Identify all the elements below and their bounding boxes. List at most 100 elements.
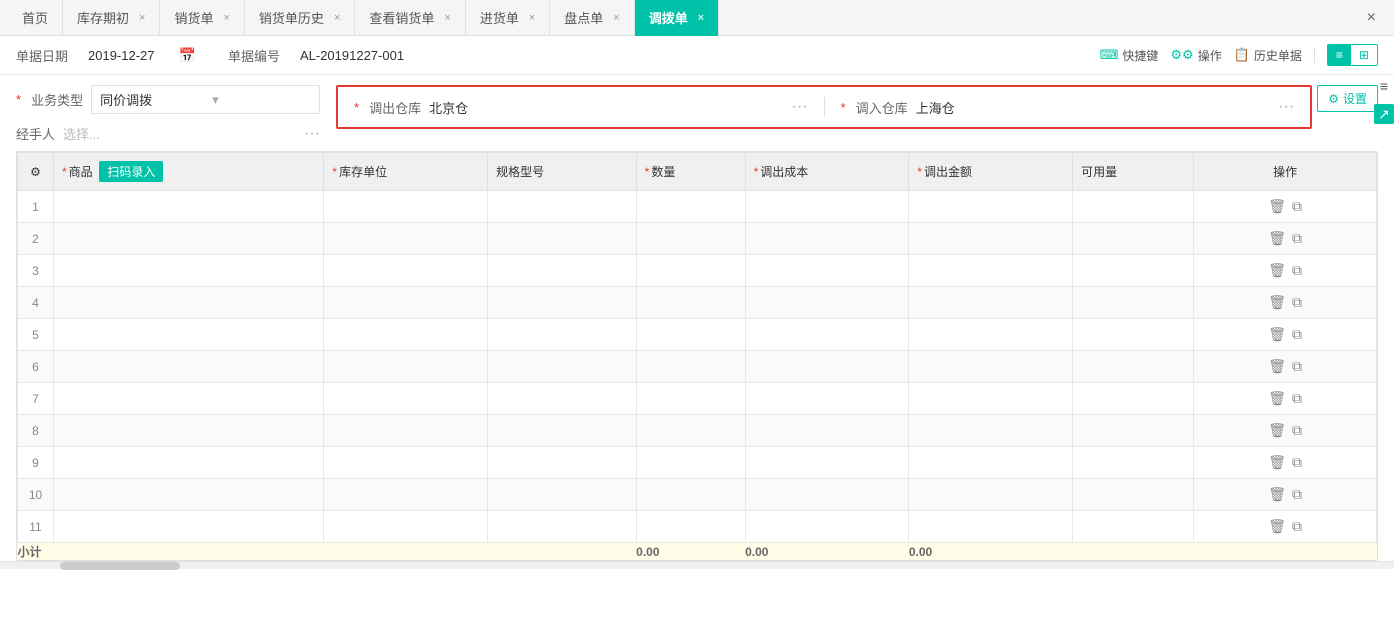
row-product-7[interactable] <box>54 383 324 415</box>
delete-icon-8[interactable]: 🗑 <box>1268 422 1286 439</box>
row-cost-11[interactable] <box>745 511 909 543</box>
row-amount-5[interactable] <box>909 319 1073 351</box>
tab-view-sales[interactable]: 查看销货单 × <box>355 0 465 36</box>
row-qty-3[interactable] <box>636 255 745 287</box>
row-cost-9[interactable] <box>745 447 909 479</box>
row-qty-7[interactable] <box>636 383 745 415</box>
copy-icon-2[interactable]: ⧉ <box>1292 230 1302 247</box>
tab-inventory-init-close[interactable]: × <box>139 12 145 24</box>
row-ops-4[interactable]: 🗑 ⧉ <box>1194 287 1377 319</box>
tab-sales-history-close[interactable]: × <box>334 12 340 24</box>
row-ops-10[interactable]: 🗑 ⧉ <box>1194 479 1377 511</box>
tab-stocktake[interactable]: 盘点单 × <box>550 0 634 36</box>
delete-icon-5[interactable]: 🗑 <box>1268 326 1286 343</box>
tab-stocktake-close[interactable]: × <box>613 12 619 24</box>
window-close-button[interactable]: × <box>1357 9 1386 27</box>
view-toggle[interactable]: ≡ ⊞ <box>1327 44 1378 66</box>
copy-icon-5[interactable]: ⧉ <box>1292 326 1302 343</box>
tab-sales-order-close[interactable]: × <box>223 12 229 24</box>
row-qty-10[interactable] <box>636 479 745 511</box>
row-ops-1[interactable]: 🗑 ⧉ <box>1194 191 1377 223</box>
row-cost-1[interactable] <box>745 191 909 223</box>
row-amount-2[interactable] <box>909 223 1073 255</box>
row-amount-9[interactable] <box>909 447 1073 479</box>
delete-icon-11[interactable]: 🗑 <box>1268 518 1286 535</box>
row-ops-3[interactable]: 🗑 ⧉ <box>1194 255 1377 287</box>
view-list-btn[interactable]: ≡ <box>1328 45 1351 65</box>
delete-icon-6[interactable]: 🗑 <box>1268 358 1286 375</box>
row-amount-4[interactable] <box>909 287 1073 319</box>
row-product-9[interactable] <box>54 447 324 479</box>
row-product-5[interactable] <box>54 319 324 351</box>
row-amount-3[interactable] <box>909 255 1073 287</box>
person-dots[interactable]: ··· <box>304 125 320 143</box>
person-select[interactable]: 选择... <box>63 124 100 143</box>
row-cost-5[interactable] <box>745 319 909 351</box>
copy-icon-9[interactable]: ⧉ <box>1292 454 1302 471</box>
copy-icon-1[interactable]: ⧉ <box>1292 198 1302 215</box>
operations-button[interactable]: ⚙⚙ 操作 <box>1170 47 1221 64</box>
row-amount-7[interactable] <box>909 383 1073 415</box>
history-button[interactable]: 📋 历史单据 <box>1234 47 1302 64</box>
copy-icon-3[interactable]: ⧉ <box>1292 262 1302 279</box>
row-qty-5[interactable] <box>636 319 745 351</box>
row-cost-8[interactable] <box>745 415 909 447</box>
date-value[interactable]: 2019-12-27 <box>88 48 155 63</box>
row-cost-4[interactable] <box>745 287 909 319</box>
tab-inventory-init[interactable]: 库存期初 × <box>63 0 160 36</box>
copy-icon-6[interactable]: ⧉ <box>1292 358 1302 375</box>
row-cost-3[interactable] <box>745 255 909 287</box>
sidebar-list-icon[interactable]: ≡ <box>1374 76 1394 96</box>
tab-transfer[interactable]: 调拨单 × <box>635 0 719 36</box>
tab-transfer-close[interactable]: × <box>698 12 704 24</box>
delete-icon-2[interactable]: 🗑 <box>1268 230 1286 247</box>
row-cost-6[interactable] <box>745 351 909 383</box>
row-product-11[interactable] <box>54 511 324 543</box>
copy-icon-11[interactable]: ⧉ <box>1292 518 1302 535</box>
tab-purchase-order[interactable]: 进货单 × <box>466 0 550 36</box>
row-cost-7[interactable] <box>745 383 909 415</box>
row-amount-8[interactable] <box>909 415 1073 447</box>
row-qty-9[interactable] <box>636 447 745 479</box>
row-amount-10[interactable] <box>909 479 1073 511</box>
delete-icon-7[interactable]: 🗑 <box>1268 390 1286 407</box>
tab-purchase-order-close[interactable]: × <box>529 12 535 24</box>
row-qty-8[interactable] <box>636 415 745 447</box>
col-gear[interactable]: ⚙ <box>18 153 54 191</box>
row-qty-2[interactable] <box>636 223 745 255</box>
row-ops-2[interactable]: 🗑 ⧉ <box>1194 223 1377 255</box>
row-product-1[interactable] <box>54 191 324 223</box>
delete-icon-1[interactable]: 🗑 <box>1268 198 1286 215</box>
row-ops-6[interactable]: 🗑 ⧉ <box>1194 351 1377 383</box>
tab-home[interactable]: 首页 <box>8 0 63 36</box>
warehouse-out-dots[interactable]: ··· <box>792 98 808 116</box>
delete-icon-9[interactable]: 🗑 <box>1268 454 1286 471</box>
business-type-select[interactable]: 同价调拨 ▾ <box>91 85 320 114</box>
row-cost-10[interactable] <box>745 479 909 511</box>
row-qty-1[interactable] <box>636 191 745 223</box>
scrollbar-thumb[interactable] <box>60 562 180 570</box>
row-ops-11[interactable]: 🗑 ⧉ <box>1194 511 1377 543</box>
copy-icon-8[interactable]: ⧉ <box>1292 422 1302 439</box>
row-amount-6[interactable] <box>909 351 1073 383</box>
row-product-8[interactable] <box>54 415 324 447</box>
row-amount-11[interactable] <box>909 511 1073 543</box>
warehouse-in-value[interactable]: 上海仓 <box>916 98 955 117</box>
copy-icon-7[interactable]: ⧉ <box>1292 390 1302 407</box>
row-cost-2[interactable] <box>745 223 909 255</box>
shortcut-button[interactable]: ⌨ 快捷键 <box>1100 47 1159 64</box>
warehouse-in-dots[interactable]: ··· <box>1278 98 1294 116</box>
scan-button[interactable]: 扫码录入 <box>99 161 163 182</box>
row-product-10[interactable] <box>54 479 324 511</box>
delete-icon-3[interactable]: 🗑 <box>1268 262 1286 279</box>
calendar-icon[interactable]: 📅 <box>179 47 196 64</box>
sidebar-export-icon[interactable]: ↗ <box>1374 104 1394 124</box>
tab-view-sales-close[interactable]: × <box>444 12 450 24</box>
row-product-3[interactable] <box>54 255 324 287</box>
warehouse-out-value[interactable]: 北京仓 <box>429 98 468 117</box>
row-qty-11[interactable] <box>636 511 745 543</box>
copy-icon-10[interactable]: ⧉ <box>1292 486 1302 503</box>
row-product-2[interactable] <box>54 223 324 255</box>
delete-icon-4[interactable]: 🗑 <box>1268 294 1286 311</box>
row-ops-5[interactable]: 🗑 ⧉ <box>1194 319 1377 351</box>
